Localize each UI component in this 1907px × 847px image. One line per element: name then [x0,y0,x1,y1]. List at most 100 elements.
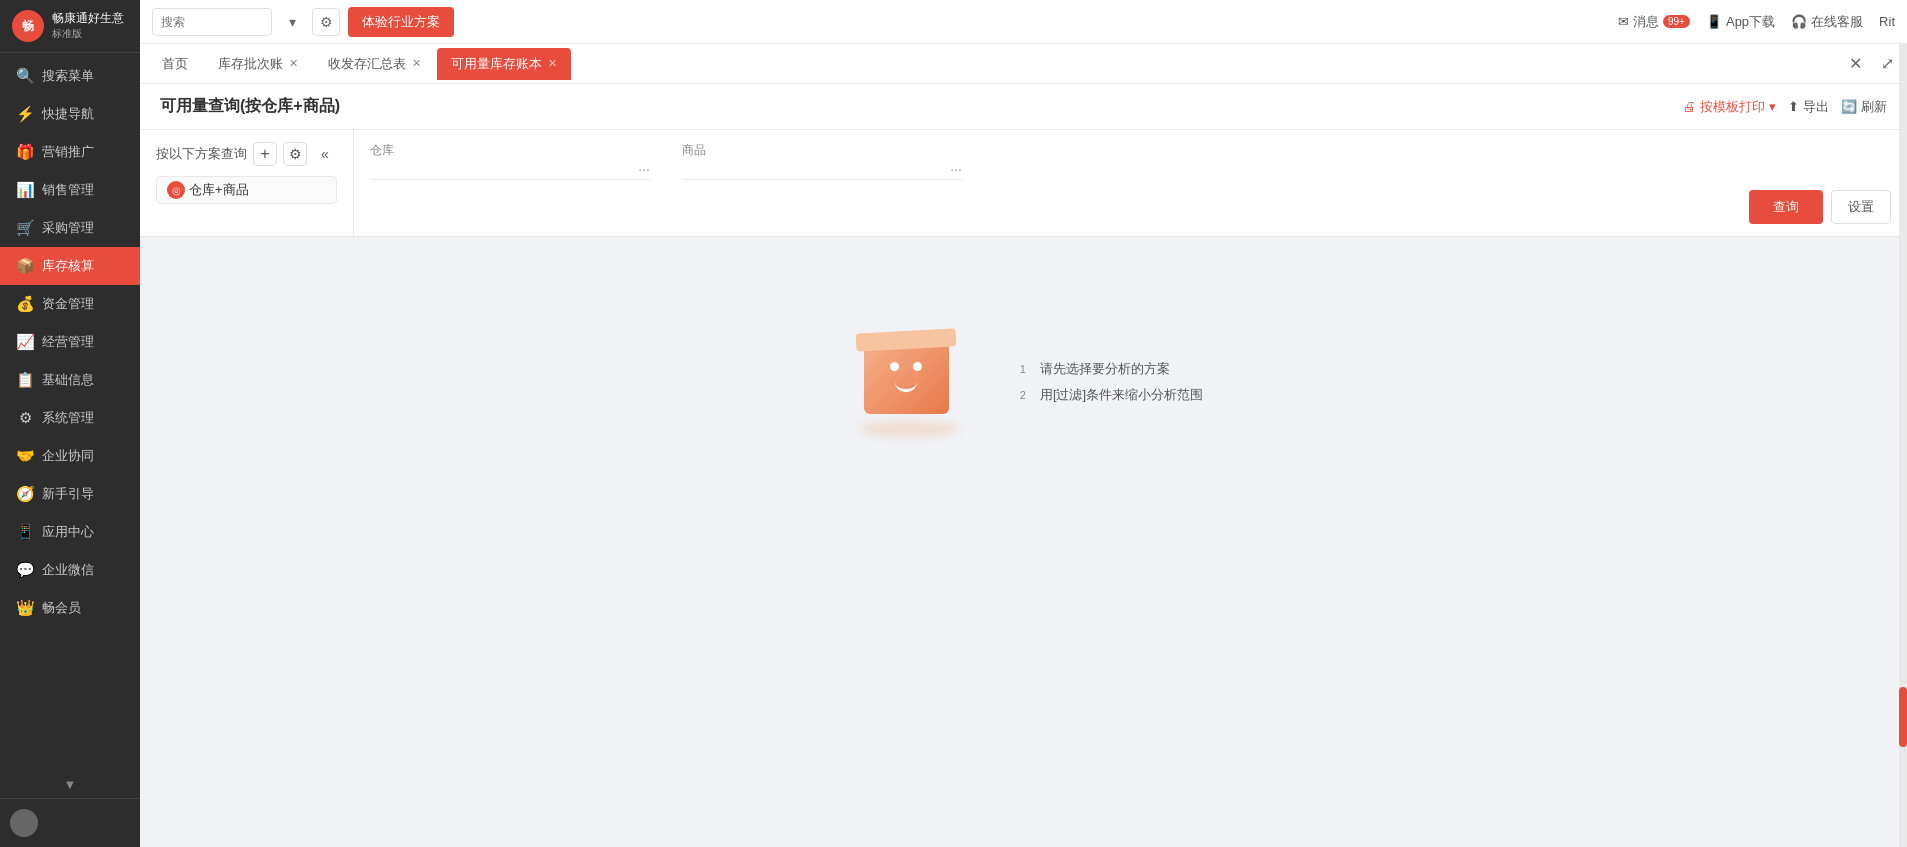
tabs-bar: 首页 库存批次账 ✕ 收发存汇总表 ✕ 可用量库存账本 ✕ ✕ ⤢ [140,44,1907,84]
tab-batch-ledger[interactable]: 库存批次账 ✕ [204,48,312,80]
sidebar-item-vip[interactable]: 👑 畅会员 [0,589,140,627]
tab-available-ledger[interactable]: 可用量库存账本 ✕ [437,48,571,80]
tab-home-label: 首页 [162,55,188,73]
app-edition: 标准版 [52,27,124,41]
app-center-icon: 📱 [16,523,34,541]
tip-num-1: 1 [1014,360,1032,378]
right-scrollbar [1899,44,1907,847]
vip-icon: 👑 [16,599,34,617]
goods-more-btn[interactable]: ··· [950,161,962,177]
refresh-btn[interactable]: 🔄 刷新 [1841,98,1887,116]
refresh-label: 刷新 [1861,98,1887,116]
scheme-item-warehouse-goods[interactable]: ◎ 仓库+商品 [156,176,337,204]
tab-receipt-summary-close[interactable]: ✕ [412,57,421,70]
guide-icon: 🧭 [16,485,34,503]
search-icon: 🔍 [16,67,34,85]
sidebar-item-inventory[interactable]: 📦 库存核算 [0,247,140,285]
settings-outline-btn[interactable]: 设置 [1831,190,1891,224]
purchase-icon: 🛒 [16,219,34,237]
app-download-btn[interactable]: 📱 App下载 [1706,13,1775,31]
print-template-btn[interactable]: 🖨 按模板打印 ▾ [1683,98,1776,116]
filter-scheme-settings-btn[interactable]: ⚙ [283,142,307,166]
messages-btn[interactable]: ✉ 消息 99+ [1618,13,1690,31]
sidebar-item-marketing[interactable]: 🎁 营销推广 [0,133,140,171]
tab-batch-ledger-label: 库存批次账 [218,55,283,73]
eye-left [890,362,899,371]
empty-mouth [895,382,917,392]
sidebar-scroll-down[interactable]: ▼ [0,771,140,798]
query-btn[interactable]: 查询 [1749,190,1823,224]
sidebar-item-label: 基础信息 [42,371,94,389]
sidebar-item-enterprise-wechat[interactable]: 💬 企业微信 [0,551,140,589]
sidebar-item-finance[interactable]: 💰 资金管理 [0,285,140,323]
message-icon: ✉ [1618,14,1629,29]
username-display: Rit [1879,14,1895,29]
sidebar-item-label: 企业协同 [42,447,94,465]
sidebar-item-system[interactable]: ⚙ 系统管理 [0,399,140,437]
online-service-label: 在线客服 [1811,13,1863,31]
tip-text-1: 请先选择要分析的方案 [1040,360,1170,378]
sidebar-item-label: 快捷导航 [42,105,94,123]
sidebar-item-label: 采购管理 [42,219,94,237]
goods-input[interactable] [682,162,950,177]
tab-available-ledger-close[interactable]: ✕ [548,57,557,70]
scrollbar-thumb [1899,687,1907,747]
sidebar-item-sales[interactable]: 📊 销售管理 [0,171,140,209]
sidebar-item-label: 库存核算 [42,257,94,275]
empty-tip-1: 1 请先选择要分析的方案 [1014,360,1203,378]
sidebar-item-quick-nav[interactable]: ⚡ 快捷导航 [0,95,140,133]
topbar-dropdown-btn[interactable]: ▾ [280,10,304,34]
filter-field-warehouse: 仓库 ··· [370,142,650,180]
tabs-close-all-btn[interactable]: ✕ [1843,52,1867,76]
quick-nav-icon: ⚡ [16,105,34,123]
tab-receipt-summary-label: 收发存汇总表 [328,55,406,73]
topbar-industry-btn[interactable]: 体验行业方案 [348,7,454,37]
sidebar-item-purchase[interactable]: 🛒 采购管理 [0,209,140,247]
headset-icon: 🎧 [1791,14,1807,29]
tabs-expand-btn[interactable]: ⤢ [1875,52,1899,76]
filter-scheme-panel: 按以下方案查询 + ⚙ « ◎ 仓库+商品 [140,130,354,236]
sidebar-item-label: 经营管理 [42,333,94,351]
warehouse-input-wrapper: ··· [370,161,650,180]
sidebar: 畅 畅康通好生意 标准版 🔍 搜索菜单 ⚡ 快捷导航 🎁 营销推广 📊 销售管理… [0,0,140,847]
sidebar-item-guide[interactable]: 🧭 新手引导 [0,475,140,513]
tab-batch-ledger-close[interactable]: ✕ [289,57,298,70]
sidebar-item-label: 资金管理 [42,295,94,313]
goods-field-label: 商品 [682,142,962,159]
tabs-right-controls: ✕ ⤢ [1843,52,1899,76]
online-service-btn[interactable]: 🎧 在线客服 [1791,13,1863,31]
sidebar-item-label: 系统管理 [42,409,94,427]
app-download-label: App下载 [1726,13,1775,31]
filter-collapse-btn[interactable]: « [313,142,337,166]
sidebar-item-basic-info[interactable]: 📋 基础信息 [0,361,140,399]
eye-right [913,362,922,371]
sidebar-item-enterprise[interactable]: 🤝 企业协同 [0,437,140,475]
sidebar-item-label: 搜索菜单 [42,67,94,85]
tab-receipt-summary[interactable]: 收发存汇总表 ✕ [314,48,435,80]
warehouse-input[interactable] [370,162,638,177]
sidebar-item-label: 企业微信 [42,561,94,579]
export-btn[interactable]: ⬆ 导出 [1788,98,1829,116]
page-content: 可用量查询(按仓库+商品) 🖨 按模板打印 ▾ ⬆ 导出 🔄 刷新 [140,84,1907,847]
operation-icon: 📈 [16,333,34,351]
sidebar-item-operation[interactable]: 📈 经营管理 [0,323,140,361]
topbar-search-input[interactable] [152,8,272,36]
sidebar-item-label: 畅会员 [42,599,81,617]
sidebar-item-search[interactable]: 🔍 搜索菜单 [0,57,140,95]
inventory-icon: 📦 [16,257,34,275]
printer-icon: 🖨 [1683,99,1696,114]
print-template-label: 按模板打印 [1700,98,1765,116]
sidebar-item-label: 应用中心 [42,523,94,541]
tab-home[interactable]: 首页 [148,48,202,80]
empty-illustration [844,317,974,447]
page-actions: 🖨 按模板打印 ▾ ⬆ 导出 🔄 刷新 [1683,98,1887,116]
warehouse-more-btn[interactable]: ··· [638,161,650,177]
filter-action-row: 查询 设置 [370,190,1891,224]
topbar-settings-btn[interactable]: ⚙ [312,8,340,36]
empty-state: 1 请先选择要分析的方案 2 用[过滤]条件来缩小分析范围 [140,237,1907,527]
empty-tip-2: 2 用[过滤]条件来缩小分析范围 [1014,386,1203,404]
sidebar-nav: 🔍 搜索菜单 ⚡ 快捷导航 🎁 营销推广 📊 销售管理 🛒 采购管理 📦 库存核… [0,53,140,771]
sidebar-item-app-center[interactable]: 📱 应用中心 [0,513,140,551]
filter-add-scheme-btn[interactable]: + [253,142,277,166]
sidebar-item-label: 新手引导 [42,485,94,503]
